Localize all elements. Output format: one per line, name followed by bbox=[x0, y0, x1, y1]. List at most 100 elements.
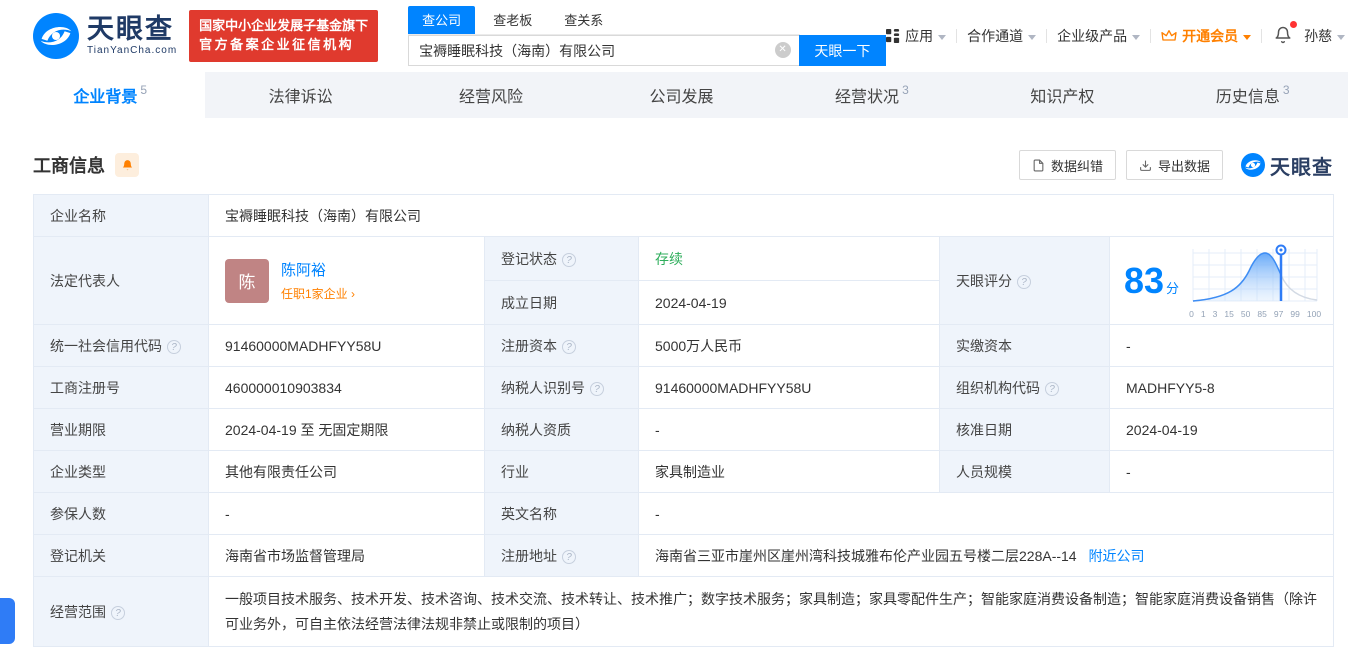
chevron-down-icon bbox=[1243, 34, 1252, 40]
nav-apps[interactable]: 应用 bbox=[886, 26, 947, 46]
tab-history-info[interactable]: 历史信息 3 bbox=[1158, 72, 1348, 118]
score-cell: 83 分 0 1 3 15 50 85 97 99 100 bbox=[1108, 236, 1335, 325]
score-label: 天眼评分 bbox=[939, 236, 1110, 325]
tab-intellectual-property[interactable]: 知识产权 bbox=[967, 72, 1157, 118]
legal-rep-name-link[interactable]: 陈阿裕 bbox=[281, 259, 355, 280]
taxpayer-quality-value: - bbox=[638, 408, 940, 451]
insured-count-label: 参保人数 bbox=[33, 492, 209, 535]
table-row: 营业期限 2024-04-19 至 无固定期限 纳税人资质 - 核准日期 202… bbox=[33, 408, 1335, 451]
reg-address-label: 注册地址 bbox=[484, 534, 639, 577]
credit-code-label: 统一社会信用代码 bbox=[33, 324, 209, 367]
table-row: 企业名称 宝褥睡眠科技（海南）有限公司 bbox=[33, 194, 1335, 237]
taxpayer-quality-label: 纳税人资质 bbox=[484, 408, 639, 451]
label-text: 组织机构代码 bbox=[956, 379, 1040, 396]
score-chart-ticks: 0 1 3 15 50 85 97 99 100 bbox=[1189, 308, 1322, 319]
company-name-label: 企业名称 bbox=[33, 194, 209, 237]
data-correction-button[interactable]: 数据纠错 bbox=[1018, 150, 1116, 180]
nav-cooperation[interactable]: 合作通道 bbox=[967, 26, 1037, 46]
nav-divider bbox=[956, 29, 958, 43]
chevron-down-icon bbox=[1028, 34, 1037, 40]
export-data-button[interactable]: 导出数据 bbox=[1125, 150, 1223, 180]
tab-label: 知识产权 bbox=[1030, 89, 1095, 106]
bell-icon bbox=[1275, 26, 1291, 43]
status-badge: 存续 bbox=[655, 250, 683, 267]
help-icon[interactable] bbox=[562, 549, 576, 564]
nav-divider bbox=[1046, 29, 1048, 43]
table-row: 统一社会信用代码 91460000MADHFYY58U 注册资本 5000万人民… bbox=[33, 324, 1335, 367]
subscribe-bell-button[interactable] bbox=[115, 153, 139, 177]
org-code-value: MADHFYY5-8 bbox=[1108, 366, 1335, 409]
help-icon[interactable] bbox=[562, 252, 576, 267]
taxpayer-id-value: 91460000MADHFYY58U bbox=[638, 366, 940, 409]
help-icon[interactable] bbox=[1017, 274, 1031, 289]
english-name-label: 英文名称 bbox=[484, 492, 639, 535]
notification-dot bbox=[1290, 20, 1298, 28]
nav-divider bbox=[1261, 29, 1263, 43]
business-info-header: 工商信息 数据纠错 导出数据 天眼查 bbox=[33, 150, 1333, 180]
reg-authority-label: 登记机关 bbox=[33, 534, 209, 577]
help-icon[interactable] bbox=[111, 605, 125, 620]
tab-count: 5 bbox=[140, 83, 148, 97]
nav-user-account[interactable]: 孙慈 bbox=[1304, 26, 1346, 46]
username: 孙慈 bbox=[1304, 28, 1333, 44]
help-icon[interactable] bbox=[1045, 381, 1059, 396]
tab-legal-proceedings[interactable]: 法律诉讼 bbox=[205, 72, 395, 118]
tab-company-development[interactable]: 公司发展 bbox=[586, 72, 776, 118]
english-name-value: - bbox=[637, 492, 1335, 535]
reg-address-cell: 海南省三亚市崖州区崖州湾科技城雅布伦产业园五号楼二层228A--14 附近公司 bbox=[637, 534, 1335, 577]
insured-count-value: - bbox=[208, 492, 485, 535]
industry-label: 行业 bbox=[484, 450, 639, 493]
tab-operating-status[interactable]: 经营状况 3 bbox=[777, 72, 967, 118]
document-icon bbox=[1033, 159, 1044, 171]
nav-enterprise-products[interactable]: 企业级产品 bbox=[1057, 26, 1141, 46]
tab-count: 3 bbox=[902, 83, 909, 97]
staff-size-value: - bbox=[1108, 450, 1335, 493]
clear-input-icon[interactable] bbox=[774, 42, 791, 58]
tab-label: 企业背景 bbox=[73, 89, 138, 106]
table-row: 登记机关 海南省市场监督管理局 注册地址 海南省三亚市崖州区崖州湾科技城雅布伦产… bbox=[33, 534, 1335, 577]
tianyancha-logo[interactable]: 天眼查 TianYanCha.com bbox=[33, 13, 177, 59]
search-tab-boss[interactable]: 查老板 bbox=[479, 6, 546, 34]
nearby-companies-link[interactable]: 附近公司 bbox=[1088, 548, 1144, 564]
staff-size-label: 人员规模 bbox=[939, 450, 1110, 493]
label-text: 天眼评分 bbox=[956, 272, 1012, 289]
company-name-value: 宝褥睡眠科技（海南）有限公司 bbox=[207, 194, 1335, 237]
gov-certification-badge: 国家中小企业发展子基金旗下 官方备案企业征信机构 bbox=[189, 10, 379, 62]
badge-line2: 官方备案企业征信机构 bbox=[199, 37, 355, 52]
download-icon bbox=[1140, 160, 1151, 171]
company-type-label: 企业类型 bbox=[33, 450, 209, 493]
search-input[interactable] bbox=[408, 35, 799, 66]
legal-rep-avatar[interactable]: 陈 bbox=[225, 258, 269, 303]
logo-domain: TianYanCha.com bbox=[87, 45, 178, 56]
nav-vip-membership[interactable]: 开通会员 bbox=[1161, 26, 1252, 46]
reg-number-value: 460000010903834 bbox=[208, 366, 485, 409]
side-float-widget[interactable] bbox=[0, 598, 15, 644]
search-button[interactable]: 天眼一下 bbox=[798, 35, 887, 66]
nav-enterprise-label: 企业级产品 bbox=[1057, 28, 1128, 44]
est-date-value: 2024-04-19 bbox=[638, 280, 940, 325]
reg-number-label: 工商注册号 bbox=[33, 366, 209, 409]
reg-status-value: 存续 bbox=[638, 236, 940, 281]
search-tabs: 查公司 查老板 查关系 bbox=[408, 6, 801, 35]
tab-label: 公司发展 bbox=[649, 89, 714, 106]
tab-operation-risk[interactable]: 经营风险 bbox=[396, 72, 586, 118]
search-tab-company[interactable]: 查公司 bbox=[408, 6, 476, 34]
help-icon[interactable] bbox=[167, 339, 181, 354]
score-number: 83 分 bbox=[1124, 262, 1179, 299]
crown-icon bbox=[1161, 29, 1177, 41]
business-term-label: 营业期限 bbox=[33, 408, 209, 451]
tab-label: 经营状况 bbox=[835, 89, 900, 106]
help-icon[interactable] bbox=[590, 381, 604, 396]
business-term-value: 2024-04-19 至 无固定期限 bbox=[208, 408, 485, 451]
reg-address-value: 海南省三亚市崖州区崖州湾科技城雅布伦产业园五号楼二层228A--14 bbox=[655, 547, 1077, 564]
help-icon[interactable] bbox=[562, 339, 576, 354]
notifications-bell[interactable] bbox=[1272, 20, 1298, 48]
tab-label: 经营风险 bbox=[459, 89, 524, 106]
legal-rep-companies-link[interactable]: 任职1家企业 bbox=[281, 285, 355, 302]
reg-authority-value: 海南省市场监督管理局 bbox=[208, 534, 485, 577]
search-tab-relation[interactable]: 查关系 bbox=[550, 6, 617, 34]
table-row: 经营范围 一般项目技术服务、技术开发、技术咨询、技术交流、技术转让、技术推广；数… bbox=[33, 576, 1335, 647]
tab-company-background[interactable]: 企业背景 5 bbox=[15, 72, 206, 118]
company-type-value: 其他有限责任公司 bbox=[208, 450, 485, 493]
nav-apps-label: 应用 bbox=[905, 28, 934, 44]
